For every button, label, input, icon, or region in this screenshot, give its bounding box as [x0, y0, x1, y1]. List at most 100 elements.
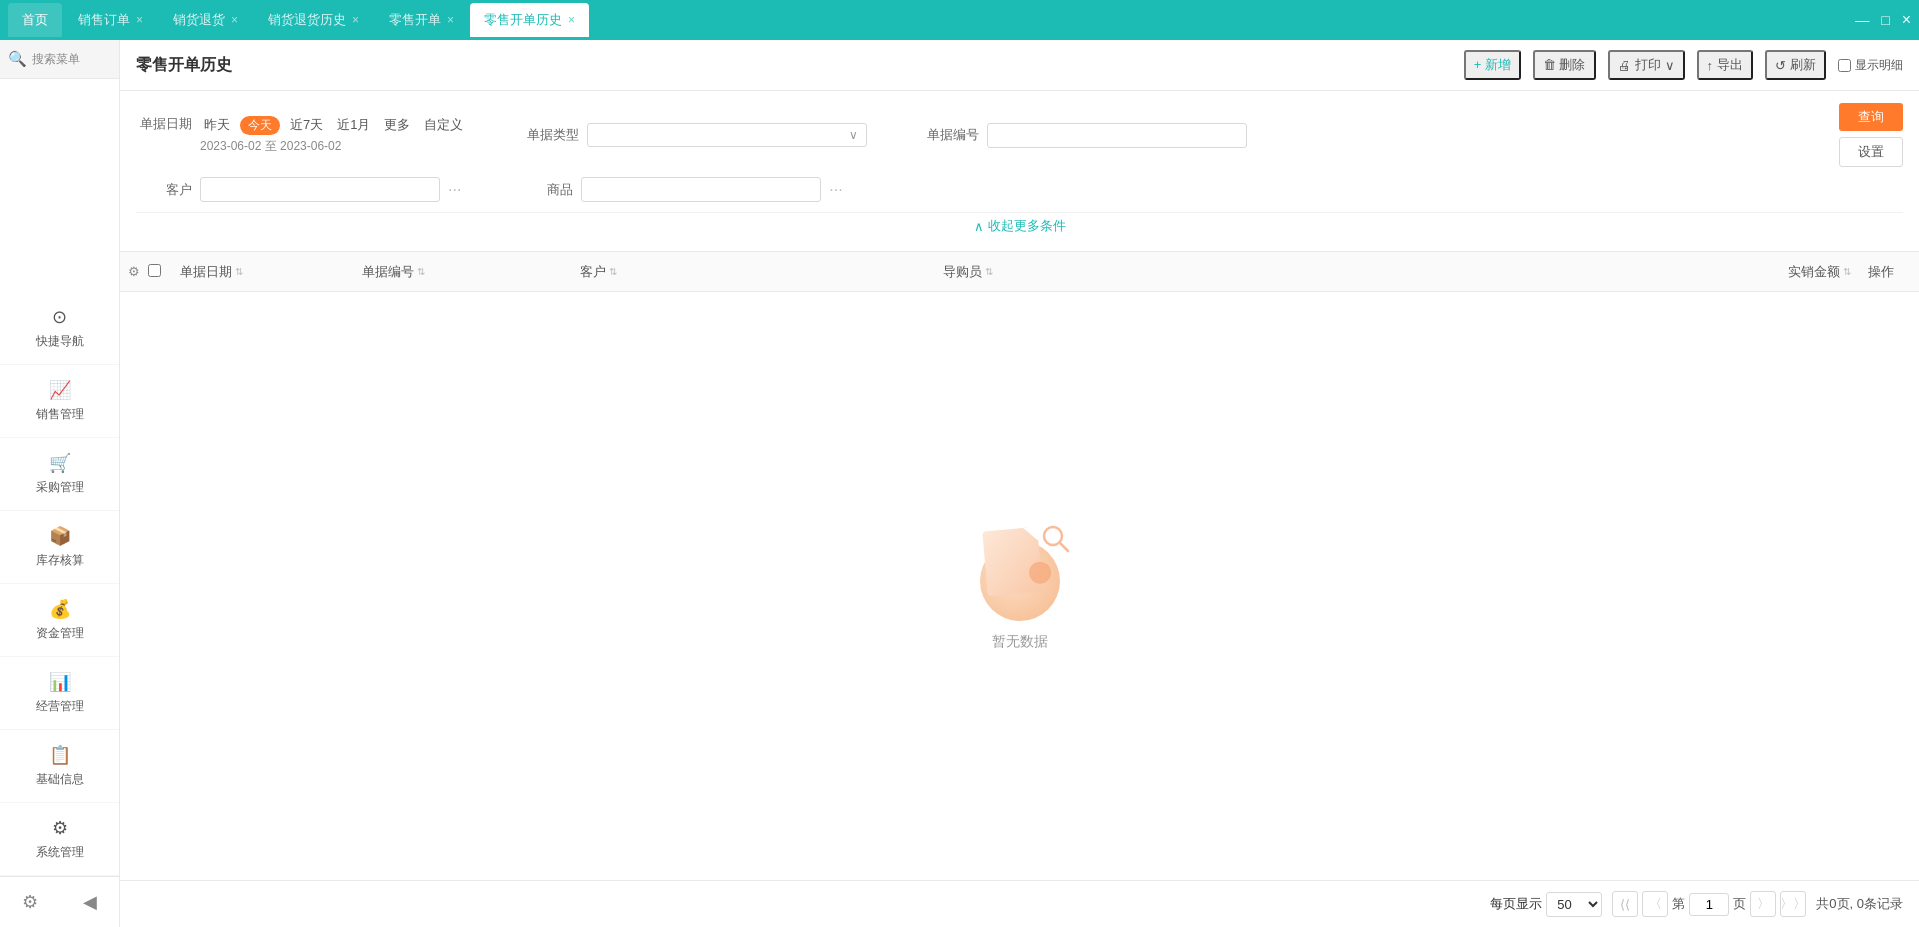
sidebar-item-sales-mgmt[interactable]: 📈销售管理 [0, 365, 119, 438]
select-all-checkbox[interactable] [148, 264, 161, 277]
tab-retail-order[interactable]: 零售开单 × [375, 3, 468, 37]
goods-dots[interactable]: ··· [829, 181, 842, 199]
show-detail-label: 显示明细 [1855, 57, 1903, 74]
col-header-date[interactable]: 单据日期 ⇅ [180, 263, 362, 281]
tab-close-sales-return[interactable]: × [231, 13, 238, 27]
type-select-arrow: ∨ [849, 128, 858, 142]
num-input[interactable] [987, 123, 1247, 148]
search-icon: 🔍 [8, 50, 27, 68]
tab-sales-return-history[interactable]: 销货退货历史 × [254, 3, 373, 37]
page-title: 零售开单历史 [136, 55, 232, 76]
tab-home[interactable]: 首页 [8, 3, 62, 37]
print-arrow-icon: ∨ [1665, 58, 1675, 73]
date-opt-today[interactable]: 今天 [240, 116, 280, 135]
num-label: 单据编号 [923, 126, 979, 144]
page-input[interactable] [1689, 893, 1729, 916]
tab-label-sales-order: 销售订单 [78, 11, 130, 29]
sidebar-item-basic-info[interactable]: 📋基础信息 [0, 730, 119, 803]
sort-amount-icon: ⇅ [1843, 266, 1851, 277]
tab-retail-order-history[interactable]: 零售开单历史 × [470, 3, 589, 37]
next-page-btn[interactable]: 〉 [1750, 891, 1776, 917]
col-header-customer[interactable]: 客户 ⇅ [580, 263, 943, 281]
sidebar-icon-biz-mgmt: 📊 [49, 671, 71, 693]
sidebar-item-inventory[interactable]: 📦库存核算 [0, 511, 119, 584]
empty-state: 暂无数据 [120, 292, 1919, 880]
print-button[interactable]: 🖨 🖨 打印 打印 ∨ [1608, 50, 1685, 80]
empty-text: 暂无数据 [992, 633, 1048, 651]
date-opt-1month[interactable]: 近1月 [333, 115, 374, 135]
date-opt-more[interactable]: 更多 [380, 115, 414, 135]
collapse-icon: ∧ [974, 219, 984, 234]
query-button[interactable]: 查询 [1839, 103, 1903, 131]
sidebar-icon-purchase-mgmt: 🛒 [49, 452, 71, 474]
goods-input[interactable] [581, 177, 821, 202]
sidebar-item-sys-mgmt[interactable]: ⚙系统管理 [0, 803, 119, 876]
tab-sales-return[interactable]: 销货退货× [159, 3, 252, 37]
page-total-label: 共0页, 0条记录 [1816, 895, 1903, 913]
collapse-more-btn[interactable]: ∧ 收起更多条件 [136, 212, 1903, 239]
sidebar-item-biz-mgmt[interactable]: 📊经营管理 [0, 657, 119, 730]
filter-settings-button[interactable]: 设置 [1839, 137, 1903, 167]
sidebar-item-fund-mgmt[interactable]: 💰资金管理 [0, 584, 119, 657]
last-page-btn[interactable]: 〉〉 [1780, 891, 1806, 917]
add-button[interactable]: + 新增 [1464, 50, 1521, 80]
page-size-select[interactable]: 50 10 20 100 [1546, 892, 1602, 917]
table-header: ⚙ 单据日期 ⇅ 单据编号 ⇅ 客户 ⇅ 导购员 ⇅ [120, 252, 1919, 292]
empty-doc [982, 527, 1042, 597]
sidebar-label-fund-mgmt: 资金管理 [36, 625, 84, 642]
date-range-display: 2023-06-02 至 2023-06-02 [200, 138, 467, 155]
sidebar-icon-sales-mgmt: 📈 [49, 379, 71, 401]
tab-close-retail-order-history[interactable]: × [568, 13, 575, 27]
tab-label-retail-order-history: 零售开单历史 [484, 11, 562, 29]
date-opt-yesterday[interactable]: 昨天 [200, 115, 234, 135]
top-bar: 首页销售订单×销货退货×销货退货历史×零售开单×零售开单历史× — □ × [0, 0, 1919, 40]
col-header-guide[interactable]: 导购员 ⇅ [943, 263, 1125, 281]
customer-input[interactable] [200, 177, 440, 202]
tab-close-sales-return-history[interactable]: × [352, 13, 359, 27]
customer-dots[interactable]: ··· [448, 181, 461, 199]
print-icon: 🖨 [1618, 58, 1631, 73]
delete-button[interactable]: 🗑 删除 [1533, 50, 1596, 80]
window-min-btn[interactable]: — [1855, 12, 1869, 28]
refresh-button[interactable]: ↺ 刷新 [1765, 50, 1826, 80]
col-select-all [148, 264, 180, 280]
col-header-num[interactable]: 单据编号 ⇅ [362, 263, 580, 281]
sidebar-collapse-btn[interactable]: ◀ [75, 887, 105, 917]
tab-sales-order[interactable]: 销售订单 × [64, 3, 157, 37]
sort-date-icon: ⇅ [235, 266, 243, 277]
sidebar-item-quick-nav[interactable]: ⊙快捷导航 [0, 292, 119, 365]
page-buttons: ⟨⟨ 〈 第 页 〉 〉〉 [1612, 891, 1806, 917]
show-detail-toggle[interactable]: 显示明细 [1838, 57, 1903, 74]
tab-label-home: 首页 [22, 11, 48, 29]
page-label-pre: 第 [1672, 895, 1685, 913]
type-label: 单据类型 [523, 126, 579, 144]
window-close-btn[interactable]: × [1902, 11, 1911, 29]
refresh-icon: ↺ [1775, 58, 1786, 73]
col-header-amount[interactable]: 实销金额 ⇅ [1669, 263, 1851, 281]
date-opt-7days[interactable]: 近7天 [286, 115, 327, 135]
sidebar-search-label: 搜索菜单 [32, 51, 80, 68]
first-page-btn[interactable]: ⟨⟨ [1612, 891, 1638, 917]
show-detail-checkbox[interactable] [1838, 59, 1851, 72]
sidebar-settings-btn[interactable]: ⚙ [14, 887, 46, 917]
window-max-btn[interactable]: □ [1881, 12, 1889, 28]
refresh-label: 刷新 [1790, 56, 1816, 74]
export-button[interactable]: ↑ 导出 [1697, 50, 1754, 80]
tab-close-sales-order[interactable]: × [136, 13, 143, 27]
tab-close-retail-order[interactable]: × [447, 13, 454, 27]
sidebar-item-purchase-mgmt[interactable]: 🛒采购管理 [0, 438, 119, 511]
filter-row-2: 客户 ··· 商品 ··· [136, 177, 1903, 202]
table-gear-icon[interactable]: ⚙ [128, 264, 140, 279]
prev-page-btn[interactable]: 〈 [1642, 891, 1668, 917]
sidebar-icon-sys-mgmt: ⚙ [52, 817, 68, 839]
empty-image [970, 521, 1070, 621]
sidebar-icon-quick-nav: ⊙ [52, 306, 67, 328]
tab-label-sales-return-history: 销货退货历史 [268, 11, 346, 29]
date-opt-custom[interactable]: 自定义 [420, 115, 467, 135]
type-select[interactable]: ∨ [587, 123, 867, 147]
date-label: 单据日期 [136, 115, 192, 133]
tab-label-retail-order: 零售开单 [389, 11, 441, 29]
sidebar-search[interactable]: 🔍 搜索菜单 [0, 40, 119, 79]
export-icon: ↑ [1707, 58, 1714, 73]
filter-row-1: 单据日期 昨天 今天 近7天 近1月 更多 自定义 2023-06-02 至 2… [136, 103, 1903, 167]
